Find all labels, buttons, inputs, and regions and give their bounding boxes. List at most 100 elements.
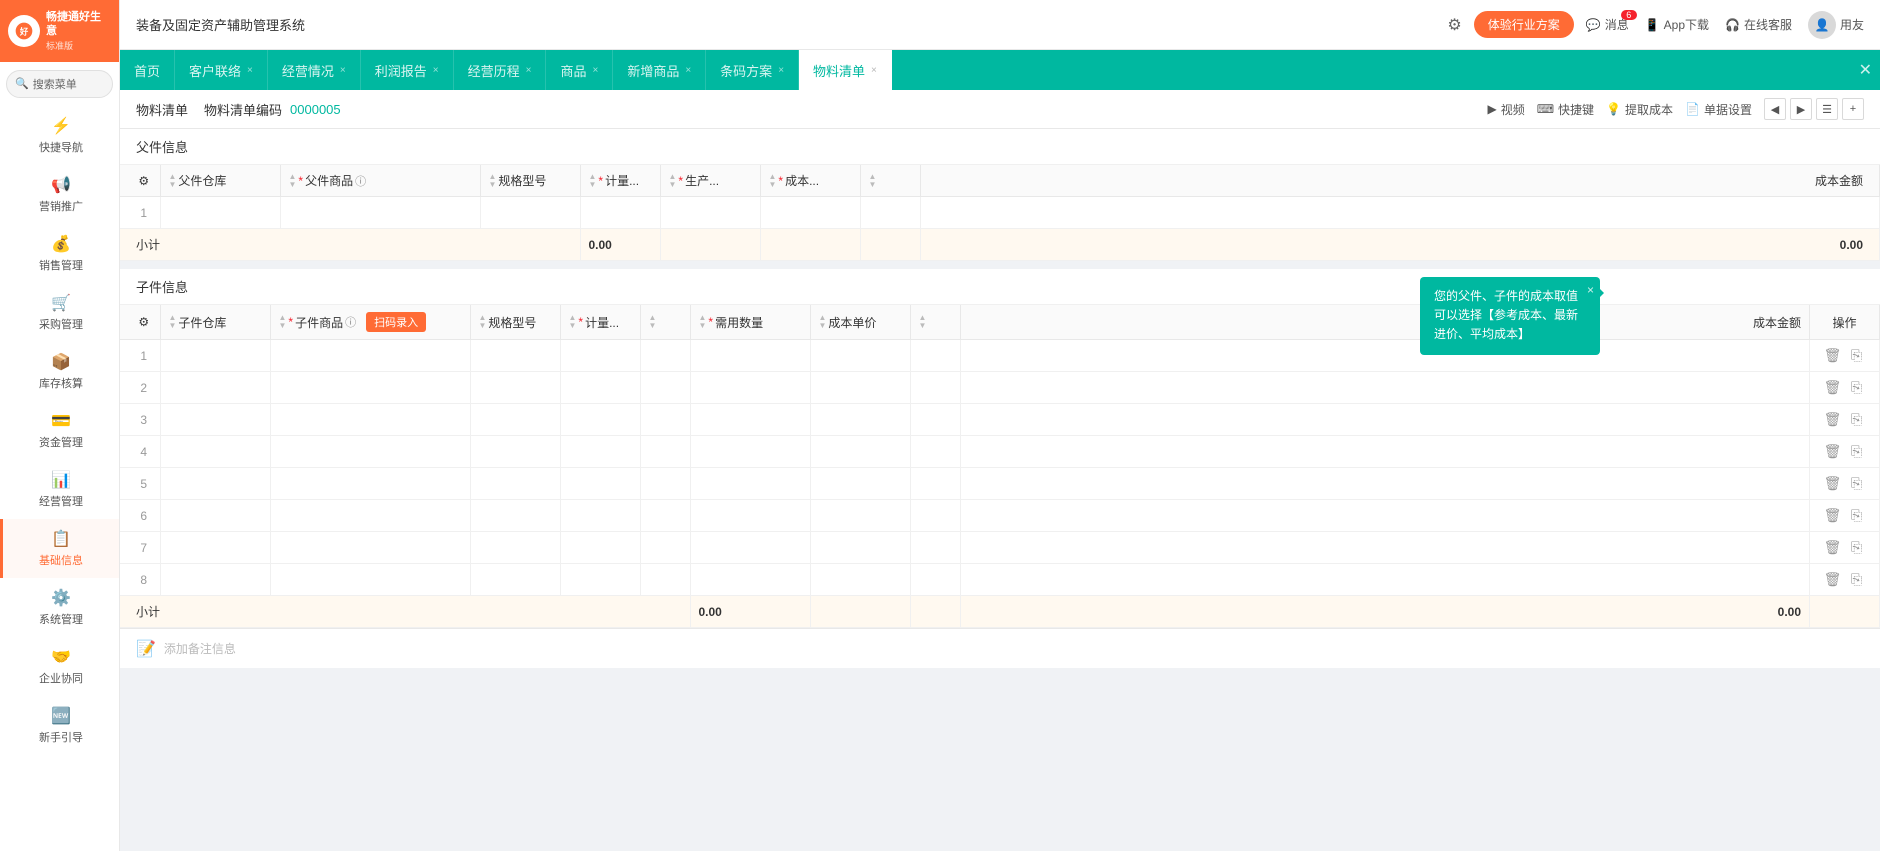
nav-tab-首页[interactable]: 首页 [120, 50, 175, 90]
sidebar-item-sales[interactable]: 💰销售管理 [0, 224, 119, 283]
child-row-unit-cost[interactable] [810, 404, 910, 436]
child-row-product[interactable] [270, 436, 470, 468]
child-row-quantity[interactable] [690, 372, 810, 404]
prev-arrow[interactable]: ◀ [1764, 98, 1786, 120]
child-row-unit[interactable] [560, 468, 640, 500]
settings-icon[interactable]: ⚙ [1447, 15, 1461, 35]
child-row-unit[interactable] [560, 436, 640, 468]
message-item[interactable]: 💬 消息 6 [1586, 16, 1629, 33]
child-row-unit[interactable] [560, 340, 640, 372]
child-settings-col-icon[interactable]: ⚙ [138, 315, 149, 329]
delete-icon[interactable]: 🗑 [1824, 411, 1842, 429]
child-row-unit[interactable] [560, 532, 640, 564]
child-row-unit[interactable] [560, 372, 640, 404]
delete-icon[interactable]: 🗑 [1824, 347, 1842, 365]
child-row-unit-cost[interactable] [810, 564, 910, 596]
child-row-quantity[interactable] [690, 468, 810, 500]
next-arrow[interactable]: ▶ [1790, 98, 1812, 120]
child-row-unit-cost[interactable] [810, 532, 910, 564]
parent-row-warehouse[interactable] [160, 197, 280, 229]
online-service-item[interactable]: 🎧 在线客服 [1725, 16, 1792, 33]
child-row-spec[interactable] [470, 436, 560, 468]
copy-icon[interactable]: ⎘ [1848, 347, 1866, 365]
child-row-warehouse[interactable] [160, 468, 270, 500]
sidebar-item-cooperation[interactable]: 🤝企业协同 [0, 637, 119, 696]
copy-icon[interactable]: ⎘ [1848, 379, 1866, 397]
delete-icon[interactable]: 🗑 [1824, 507, 1842, 525]
nav-tab-商品[interactable]: 商品× [546, 50, 613, 90]
sidebar-item-inventory[interactable]: 📦库存核算 [0, 342, 119, 401]
experience-button[interactable]: 体验行业方案 [1474, 11, 1574, 38]
child-row-product[interactable] [270, 532, 470, 564]
sidebar-item-purchase[interactable]: 🛒采购管理 [0, 283, 119, 342]
child-row-quantity[interactable] [690, 500, 810, 532]
parent-row-spec[interactable] [480, 197, 580, 229]
tab-close-icon[interactable]: × [685, 65, 691, 76]
child-row-unit[interactable] [560, 404, 640, 436]
child-row-spec[interactable] [470, 532, 560, 564]
nav-tab-经营历程[interactable]: 经营历程× [454, 50, 547, 90]
tab-close-icon[interactable]: × [526, 65, 532, 76]
settings-action[interactable]: 📄 单据设置 [1685, 101, 1752, 118]
delete-icon[interactable]: 🗑 [1824, 475, 1842, 493]
child-row-spec[interactable] [470, 564, 560, 596]
child-row-unit-cost[interactable] [810, 468, 910, 500]
add-arrow[interactable]: + [1842, 98, 1864, 120]
delete-icon[interactable]: 🗑 [1824, 379, 1842, 397]
child-row-unit-cost[interactable] [810, 340, 910, 372]
child-row-warehouse[interactable] [160, 340, 270, 372]
child-row-warehouse[interactable] [160, 500, 270, 532]
child-row-warehouse[interactable] [160, 372, 270, 404]
copy-icon[interactable]: ⎘ [1848, 571, 1866, 589]
tab-close-icon[interactable]: × [340, 65, 346, 76]
sidebar-item-basic[interactable]: 📋基础信息 [0, 519, 119, 578]
scan-button[interactable]: 扫码录入 [366, 312, 426, 332]
child-row-unit-cost[interactable] [810, 436, 910, 468]
child-row-product[interactable] [270, 500, 470, 532]
sidebar-item-operations[interactable]: 📊经营管理 [0, 460, 119, 519]
child-row-quantity[interactable] [690, 436, 810, 468]
child-row-quantity[interactable] [690, 340, 810, 372]
sidebar-item-marketing[interactable]: 📢营销推广 [0, 165, 119, 224]
app-download-item[interactable]: 📱 App下载 [1645, 16, 1709, 33]
nav-tab-条码方案[interactable]: 条码方案× [706, 50, 799, 90]
parent-row-production[interactable] [660, 197, 760, 229]
child-row-unit[interactable] [560, 564, 640, 596]
child-row-product[interactable] [270, 404, 470, 436]
menu-arrow[interactable]: ☰ [1816, 98, 1838, 120]
child-row-unit[interactable] [560, 500, 640, 532]
shortcut-action[interactable]: ⌨ 快捷键 [1537, 101, 1594, 118]
delete-icon[interactable]: 🗑 [1824, 443, 1842, 461]
child-row-spec[interactable] [470, 372, 560, 404]
tab-close-icon[interactable]: × [592, 65, 598, 76]
child-row-unit-cost[interactable] [810, 500, 910, 532]
copy-icon[interactable]: ⎘ [1848, 539, 1866, 557]
copy-icon[interactable]: ⎘ [1848, 443, 1866, 461]
child-row-warehouse[interactable] [160, 532, 270, 564]
sidebar-item-guide[interactable]: 🆕新手引导 [0, 696, 119, 755]
child-row-quantity[interactable] [690, 404, 810, 436]
parent-row-product[interactable] [280, 197, 480, 229]
delete-icon[interactable]: 🗑 [1824, 539, 1842, 557]
search-menu-button[interactable]: 🔍 搜索菜单 [6, 70, 113, 98]
child-row-product[interactable] [270, 372, 470, 404]
nav-tab-新增商品[interactable]: 新增商品× [613, 50, 706, 90]
view-action[interactable]: ▶ 视频 [1487, 101, 1524, 118]
child-row-spec[interactable] [470, 404, 560, 436]
parent-row-cost[interactable] [760, 197, 860, 229]
user-item[interactable]: 👤 用友 [1808, 11, 1864, 39]
child-row-unit-cost[interactable] [810, 372, 910, 404]
child-row-quantity[interactable] [690, 532, 810, 564]
child-row-quantity[interactable] [690, 564, 810, 596]
child-row-product[interactable] [270, 564, 470, 596]
child-row-warehouse[interactable] [160, 564, 270, 596]
child-row-product[interactable] [270, 340, 470, 372]
delete-icon[interactable]: 🗑 [1824, 571, 1842, 589]
copy-icon[interactable]: ⎘ [1848, 507, 1866, 525]
close-all-icon[interactable]: ✕ [1859, 60, 1872, 80]
sidebar-item-system[interactable]: ⚙️系统管理 [0, 578, 119, 637]
tooltip-close-button[interactable]: × [1587, 281, 1594, 300]
nav-tab-物料清单[interactable]: 物料清单× [799, 50, 892, 90]
child-row-product[interactable] [270, 468, 470, 500]
parent-row-unit[interactable] [580, 197, 660, 229]
